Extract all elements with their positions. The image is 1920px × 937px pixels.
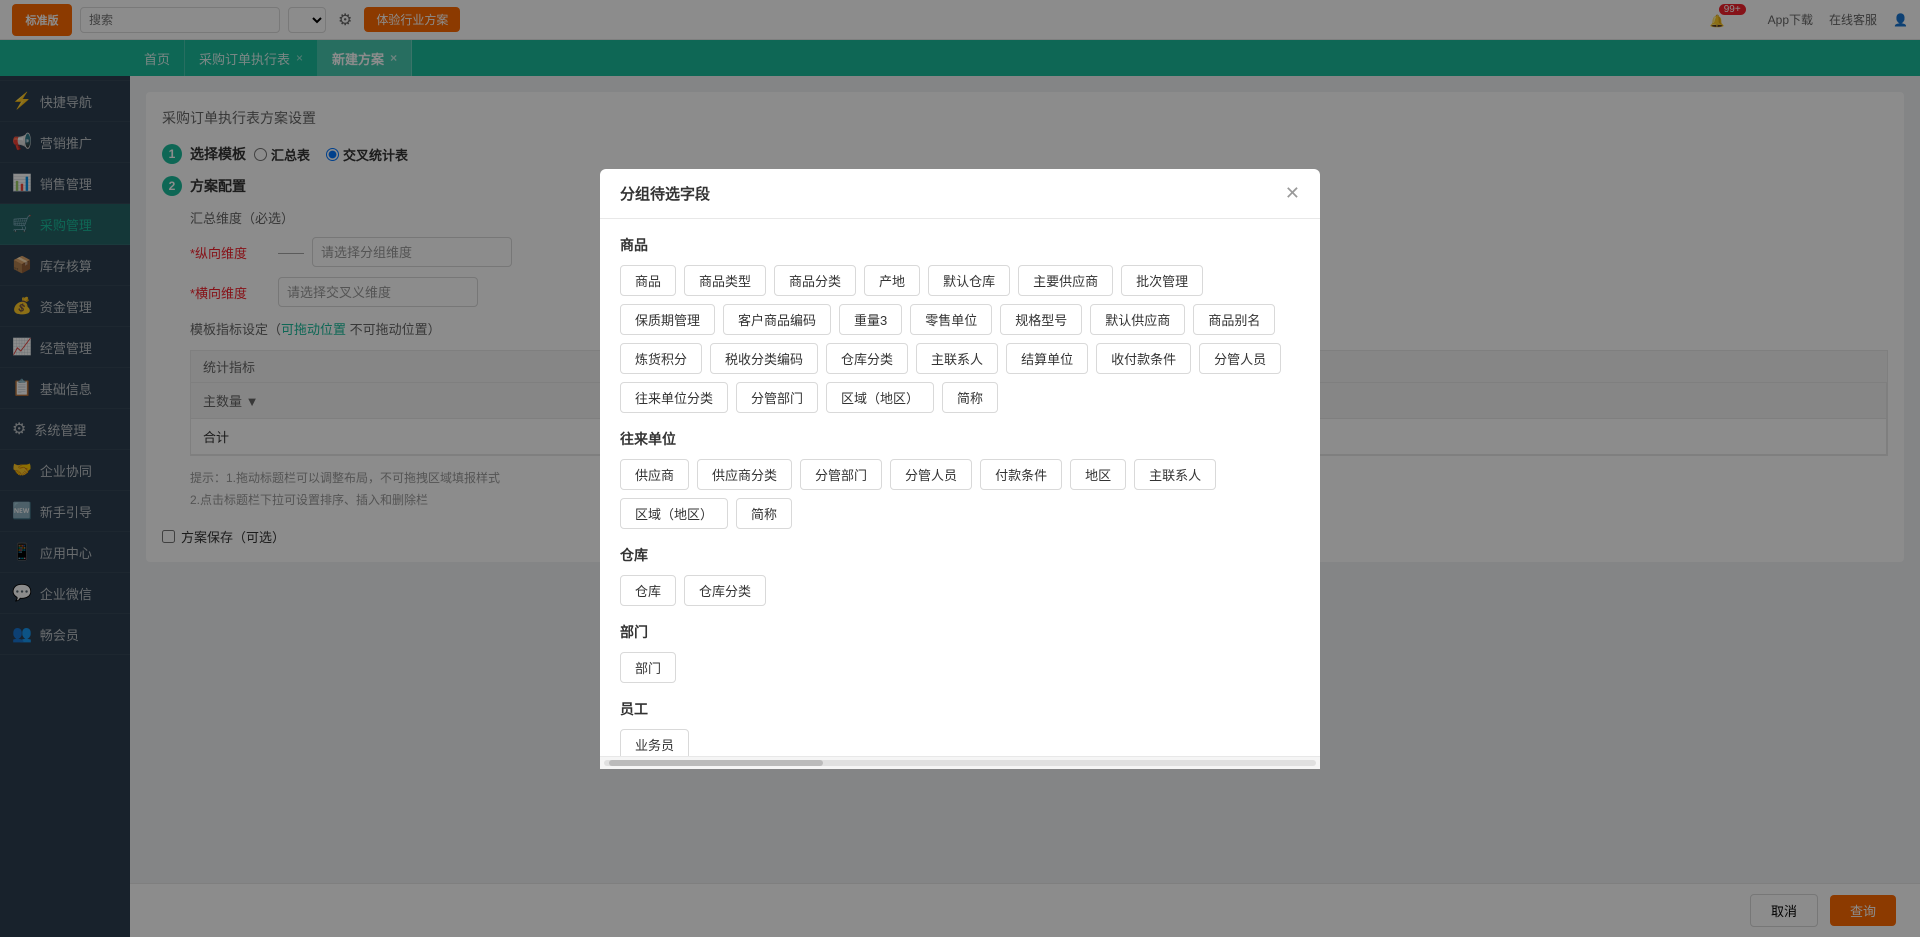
modal-hscrollbar[interactable] [600, 756, 1320, 769]
field-tag-points[interactable]: 炼货积分 [620, 343, 702, 374]
section-warehouse-tags: 仓库 仓库分类 [620, 575, 1300, 606]
field-tag-spec-model[interactable]: 规格型号 [1000, 304, 1082, 335]
section-goods: 商品 商品 商品类型 商品分类 产地 默认仓库 主要供应商 批次管理 保质期管理… [620, 235, 1300, 413]
field-tag-goods-alias[interactable]: 商品别名 [1193, 304, 1275, 335]
modal-header: 分组待选字段 ✕ [600, 169, 1320, 219]
field-tag-warehouse[interactable]: 仓库 [620, 575, 676, 606]
modal-body: 商品 商品 商品类型 商品分类 产地 默认仓库 主要供应商 批次管理 保质期管理… [600, 219, 1320, 756]
section-goods-title: 商品 [620, 235, 1300, 255]
field-tag-goods-category[interactable]: 商品分类 [774, 265, 856, 296]
section-goods-tags: 商品 商品类型 商品分类 产地 默认仓库 主要供应商 批次管理 保质期管理 客户… [620, 265, 1300, 413]
field-tag-customer-code[interactable]: 客户商品编码 [723, 304, 831, 335]
field-tag-partner-category[interactable]: 往来单位分类 [620, 382, 728, 413]
modal-title: 分组待选字段 [620, 183, 710, 204]
field-tag-goods-type[interactable]: 商品类型 [684, 265, 766, 296]
section-warehouse-title: 仓库 [620, 545, 1300, 565]
section-employee-tags: 业务员 [620, 729, 1300, 756]
field-tag-weight[interactable]: 重量3 [839, 304, 902, 335]
section-department: 部门 部门 [620, 622, 1300, 683]
section-partner: 往来单位 供应商 供应商分类 分管部门 分管人员 付款条件 地区 主联系人 区域… [620, 429, 1300, 529]
field-tag-payment-terms[interactable]: 收付款条件 [1096, 343, 1191, 374]
section-employee-title: 员工 [620, 699, 1300, 719]
field-tag-retail-unit[interactable]: 零售单位 [910, 304, 992, 335]
field-select-modal: 分组待选字段 ✕ 商品 商品 商品类型 商品分类 产地 默认仓库 主要供应商 批… [600, 169, 1320, 769]
field-tag-tax-code[interactable]: 税收分类编码 [710, 343, 818, 374]
section-employee: 员工 业务员 [620, 699, 1300, 756]
modal-overlay: 分组待选字段 ✕ 商品 商品 商品类型 商品分类 产地 默认仓库 主要供应商 批… [0, 0, 1920, 937]
field-tag-region2[interactable]: 区域（地区） [620, 498, 728, 529]
section-warehouse: 仓库 仓库 仓库分类 [620, 545, 1300, 606]
field-tag-shelf-life[interactable]: 保质期管理 [620, 304, 715, 335]
field-tag-warehouse-cat[interactable]: 仓库分类 [684, 575, 766, 606]
field-tag-short-name2[interactable]: 简称 [736, 498, 792, 529]
field-tag-salesperson[interactable]: 业务员 [620, 729, 689, 756]
field-tag-default-supplier[interactable]: 默认供应商 [1090, 304, 1185, 335]
field-tag-department[interactable]: 部门 [620, 652, 676, 683]
modal-close-btn[interactable]: ✕ [1285, 183, 1300, 204]
section-department-tags: 部门 [620, 652, 1300, 683]
field-tag-supplier-category[interactable]: 供应商分类 [697, 459, 792, 490]
field-tag-manage-dept[interactable]: 分管部门 [736, 382, 818, 413]
field-tag-batch-mgmt[interactable]: 批次管理 [1121, 265, 1203, 296]
field-tag-main-contact2[interactable]: 主联系人 [1134, 459, 1216, 490]
section-partner-title: 往来单位 [620, 429, 1300, 449]
section-partner-tags: 供应商 供应商分类 分管部门 分管人员 付款条件 地区 主联系人 区域（地区） … [620, 459, 1300, 529]
field-tag-main-supplier[interactable]: 主要供应商 [1018, 265, 1113, 296]
field-tag-supervisor2[interactable]: 分管人员 [890, 459, 972, 490]
field-tag-origin[interactable]: 产地 [864, 265, 920, 296]
field-tag-settlement-unit[interactable]: 结算单位 [1006, 343, 1088, 374]
field-tag-region[interactable]: 区域（地区） [826, 382, 934, 413]
field-tag-supplier[interactable]: 供应商 [620, 459, 689, 490]
field-tag-area[interactable]: 地区 [1070, 459, 1126, 490]
field-tag-main-contact[interactable]: 主联系人 [916, 343, 998, 374]
field-tag-short-name[interactable]: 简称 [942, 382, 998, 413]
field-tag-manage-dept2[interactable]: 分管部门 [800, 459, 882, 490]
field-tag-default-warehouse[interactable]: 默认仓库 [928, 265, 1010, 296]
field-tag-payment-terms2[interactable]: 付款条件 [980, 459, 1062, 490]
field-tag-warehouse-category[interactable]: 仓库分类 [826, 343, 908, 374]
section-department-title: 部门 [620, 622, 1300, 642]
field-tag-supervisor[interactable]: 分管人员 [1199, 343, 1281, 374]
field-tag-goods[interactable]: 商品 [620, 265, 676, 296]
